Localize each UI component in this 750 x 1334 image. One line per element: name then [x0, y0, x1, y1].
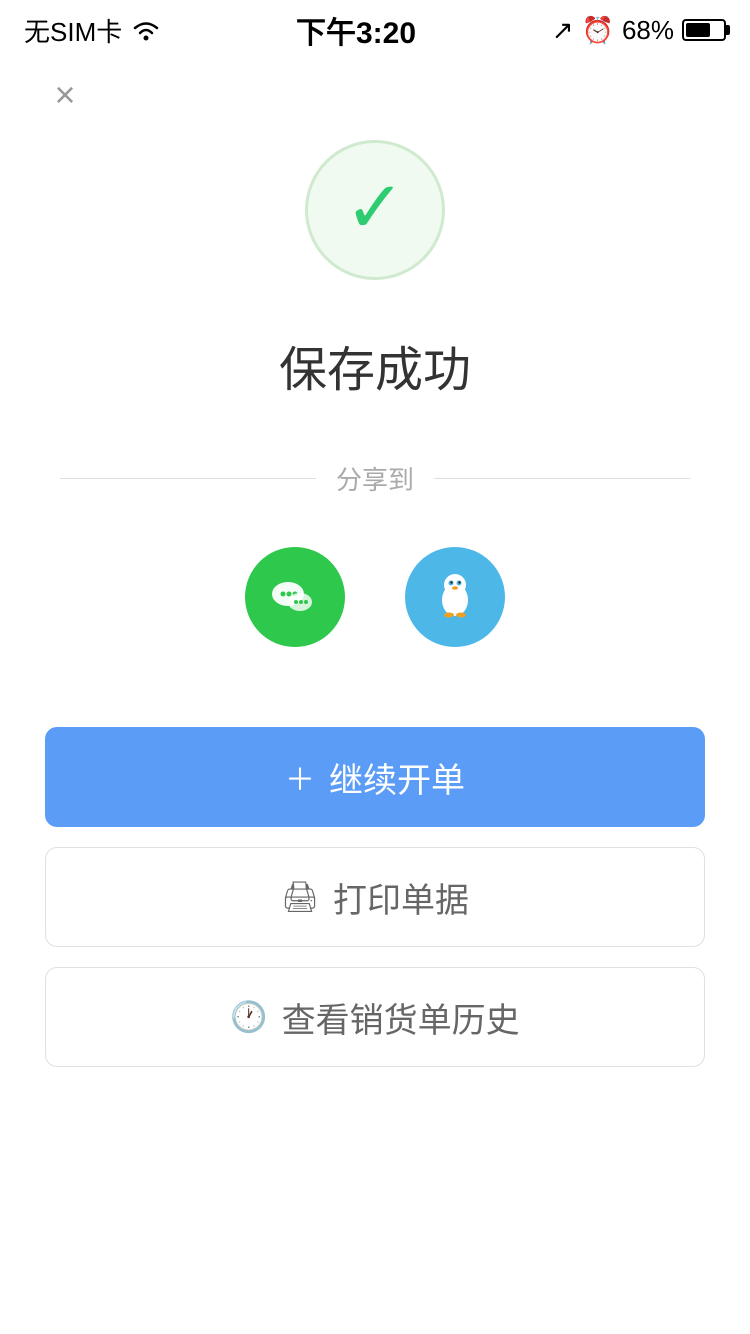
carrier-text: 无SIM卡	[24, 12, 122, 49]
share-icons	[245, 547, 505, 647]
print-button[interactable]: 🖨 打印单据	[45, 847, 705, 947]
status-bar: 无SIM卡 下午3:20 ↗ ⏰ 68%	[0, 0, 750, 60]
clock-icon: 🕐	[230, 1000, 267, 1035]
share-label: 分享到	[316, 460, 434, 497]
status-carrier: 无SIM卡	[24, 12, 160, 49]
location-icon: ↗	[552, 15, 574, 46]
main-content: ✓ 保存成功 分享到	[0, 60, 750, 1067]
wifi-icon	[132, 19, 160, 41]
history-button[interactable]: 🕐 查看销货单历史	[45, 967, 705, 1067]
alarm-icon: ⏰	[582, 15, 614, 46]
continue-button[interactable]: ＋ 继续开单	[45, 727, 705, 827]
battery-bar	[682, 19, 726, 41]
checkmark-icon: ✓	[345, 172, 405, 244]
status-right: ↗ ⏰ 68%	[552, 15, 726, 46]
status-time: 下午3:20	[296, 8, 416, 52]
share-divider: 分享到	[0, 460, 750, 497]
divider-right	[434, 478, 690, 479]
qq-share-button[interactable]	[405, 547, 505, 647]
qq-icon	[426, 568, 484, 626]
success-circle: ✓	[305, 140, 445, 280]
success-title: 保存成功	[279, 330, 471, 400]
plus-icon: ＋	[285, 755, 315, 799]
print-icon: 🖨	[281, 880, 319, 915]
continue-label: 继续开单	[329, 753, 465, 802]
wechat-share-button[interactable]	[245, 547, 345, 647]
close-button[interactable]: ×	[40, 70, 90, 120]
close-icon: ×	[54, 77, 75, 113]
wechat-icon	[266, 568, 324, 626]
divider-left	[60, 478, 316, 479]
battery-fill	[686, 23, 710, 37]
history-label: 查看销货单历史	[282, 993, 520, 1042]
print-label: 打印单据	[333, 873, 469, 922]
action-buttons: ＋ 继续开单 🖨 打印单据 🕐 查看销货单历史	[45, 727, 705, 1067]
battery-percent: 68%	[622, 15, 674, 46]
